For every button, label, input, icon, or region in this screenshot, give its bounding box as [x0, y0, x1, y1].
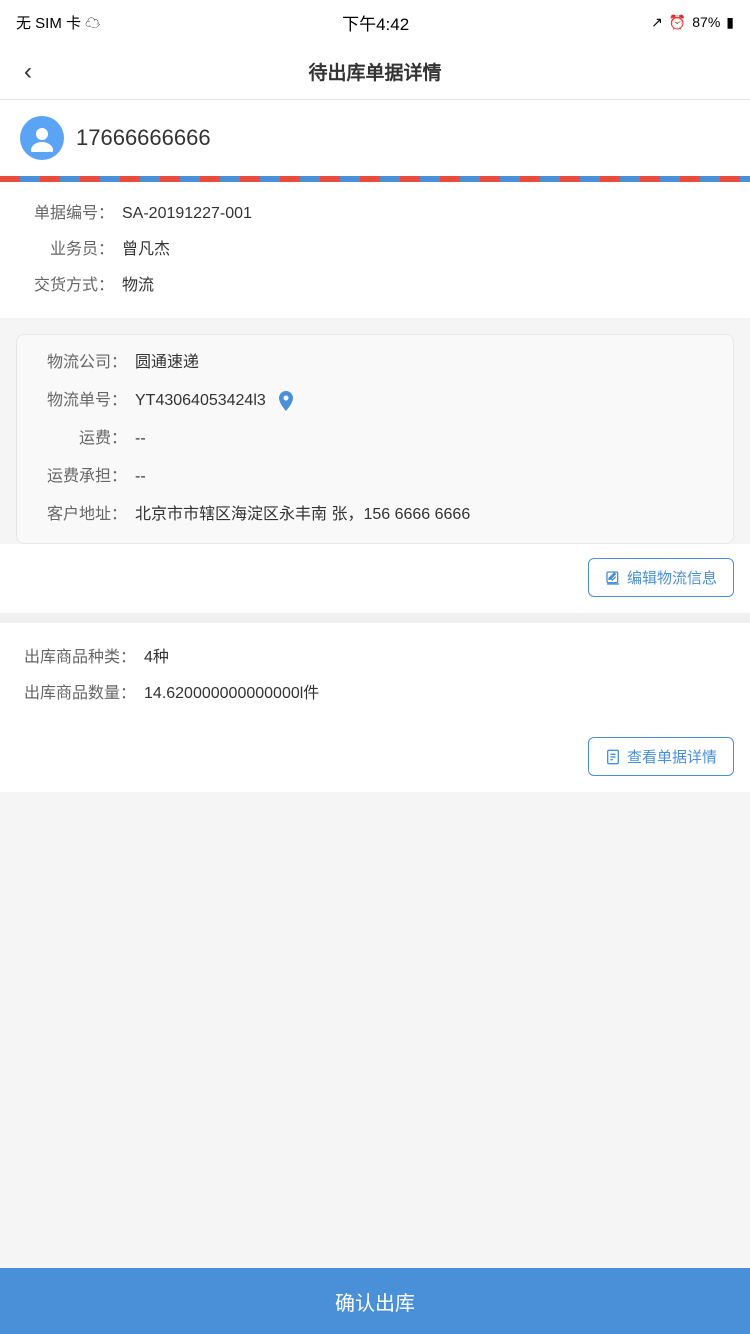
- status-bar: 无 SIM 卡 ☁ 下午4:42 ↗ ⏰ 87% ▮: [0, 0, 750, 44]
- confirm-button-label: 确认出库: [335, 1287, 415, 1316]
- delivery-value: 物流: [122, 274, 726, 298]
- address-label: 客户地址：: [37, 503, 127, 527]
- edit-logistics-button[interactable]: 编辑物流信息: [588, 558, 734, 597]
- battery-icon: ▮: [726, 14, 734, 31]
- product-type-label: 出库商品种类：: [24, 643, 136, 667]
- location-icon: ↗: [651, 14, 663, 31]
- status-right: ↗ ⏰ 87% ▮: [651, 14, 734, 31]
- address-row: 客户地址： 北京市市辖区海淀区永丰南 张，156 6666 6666: [37, 503, 713, 527]
- salesperson-value: 曾凡杰: [122, 238, 726, 262]
- logistics-company-row: 物流公司： 圆通速递: [37, 351, 713, 375]
- product-type-value: 4种: [144, 643, 169, 667]
- delivery-row: 交货方式： 物流: [24, 274, 726, 298]
- freight-value: --: [135, 427, 713, 451]
- bottom-empty-area: [0, 792, 750, 992]
- user-phone: 17666666666: [76, 125, 211, 151]
- content: 17666666666 单据编号： SA-20191227-001 业务员： 曾…: [0, 100, 750, 1072]
- view-details-button[interactable]: 查看单据详情: [588, 737, 734, 776]
- doc-number-row: 单据编号： SA-20191227-001: [24, 202, 726, 226]
- edit-btn-row: 编辑物流信息: [0, 544, 750, 613]
- delivery-label: 交货方式：: [24, 274, 114, 298]
- section-divider: [0, 613, 750, 623]
- salesperson-label: 业务员：: [24, 238, 114, 262]
- sim-status: 无 SIM 卡 ☁: [16, 12, 100, 33]
- freight-bearer-label: 运费承担：: [37, 465, 127, 489]
- logistics-tracking-label: 物流单号：: [37, 389, 127, 413]
- edit-icon: [605, 570, 621, 586]
- logistics-company-label: 物流公司：: [37, 351, 127, 375]
- address-value: 北京市市辖区海淀区永丰南 张，156 6666 6666: [135, 503, 713, 527]
- salesperson-row: 业务员： 曾凡杰: [24, 238, 726, 262]
- status-left: 无 SIM 卡 ☁: [16, 12, 100, 33]
- status-time: 下午4:42: [342, 10, 409, 35]
- user-header: 17666666666: [0, 100, 750, 176]
- doc-number-value: SA-20191227-001: [122, 202, 726, 226]
- doc-number-label: 单据编号：: [24, 202, 114, 226]
- product-quantity-label: 出库商品数量：: [24, 679, 136, 703]
- logistics-tracking-row: 物流单号： YT43064053424l3: [37, 389, 713, 413]
- freight-bearer-value: --: [135, 465, 713, 489]
- alarm-icon: ⏰: [669, 14, 686, 31]
- logistics-card: 物流公司： 圆通速递 物流单号： YT43064053424l3 运费： -- …: [16, 334, 734, 544]
- confirm-button[interactable]: 确认出库: [0, 1268, 750, 1334]
- document-icon: [605, 749, 621, 765]
- document-info: 单据编号： SA-20191227-001 业务员： 曾凡杰 交货方式： 物流: [0, 182, 750, 318]
- logistics-company-value: 圆通速递: [135, 351, 713, 375]
- nav-bar: ‹ 待出库单据详情: [0, 44, 750, 100]
- product-section: 出库商品种类： 4种 出库商品数量： 14.620000000000000l件: [0, 623, 750, 723]
- product-quantity-value: 14.620000000000000l件: [144, 679, 319, 703]
- view-btn-row: 查看单据详情: [0, 723, 750, 792]
- freight-label: 运费：: [37, 427, 127, 451]
- avatar: [20, 116, 64, 160]
- back-button[interactable]: ‹: [16, 50, 40, 94]
- battery-status: 87%: [692, 14, 720, 30]
- page-title: 待出库单据详情: [308, 58, 441, 85]
- product-type-row: 出库商品种类： 4种: [24, 643, 726, 667]
- logistics-tracking-value: YT43064053424l3: [135, 389, 713, 413]
- freight-row: 运费： --: [37, 427, 713, 451]
- user-avatar-icon: [28, 124, 56, 152]
- product-quantity-row: 出库商品数量： 14.620000000000000l件: [24, 679, 726, 703]
- freight-bearer-row: 运费承担： --: [37, 465, 713, 489]
- map-pin-icon[interactable]: [274, 389, 298, 413]
